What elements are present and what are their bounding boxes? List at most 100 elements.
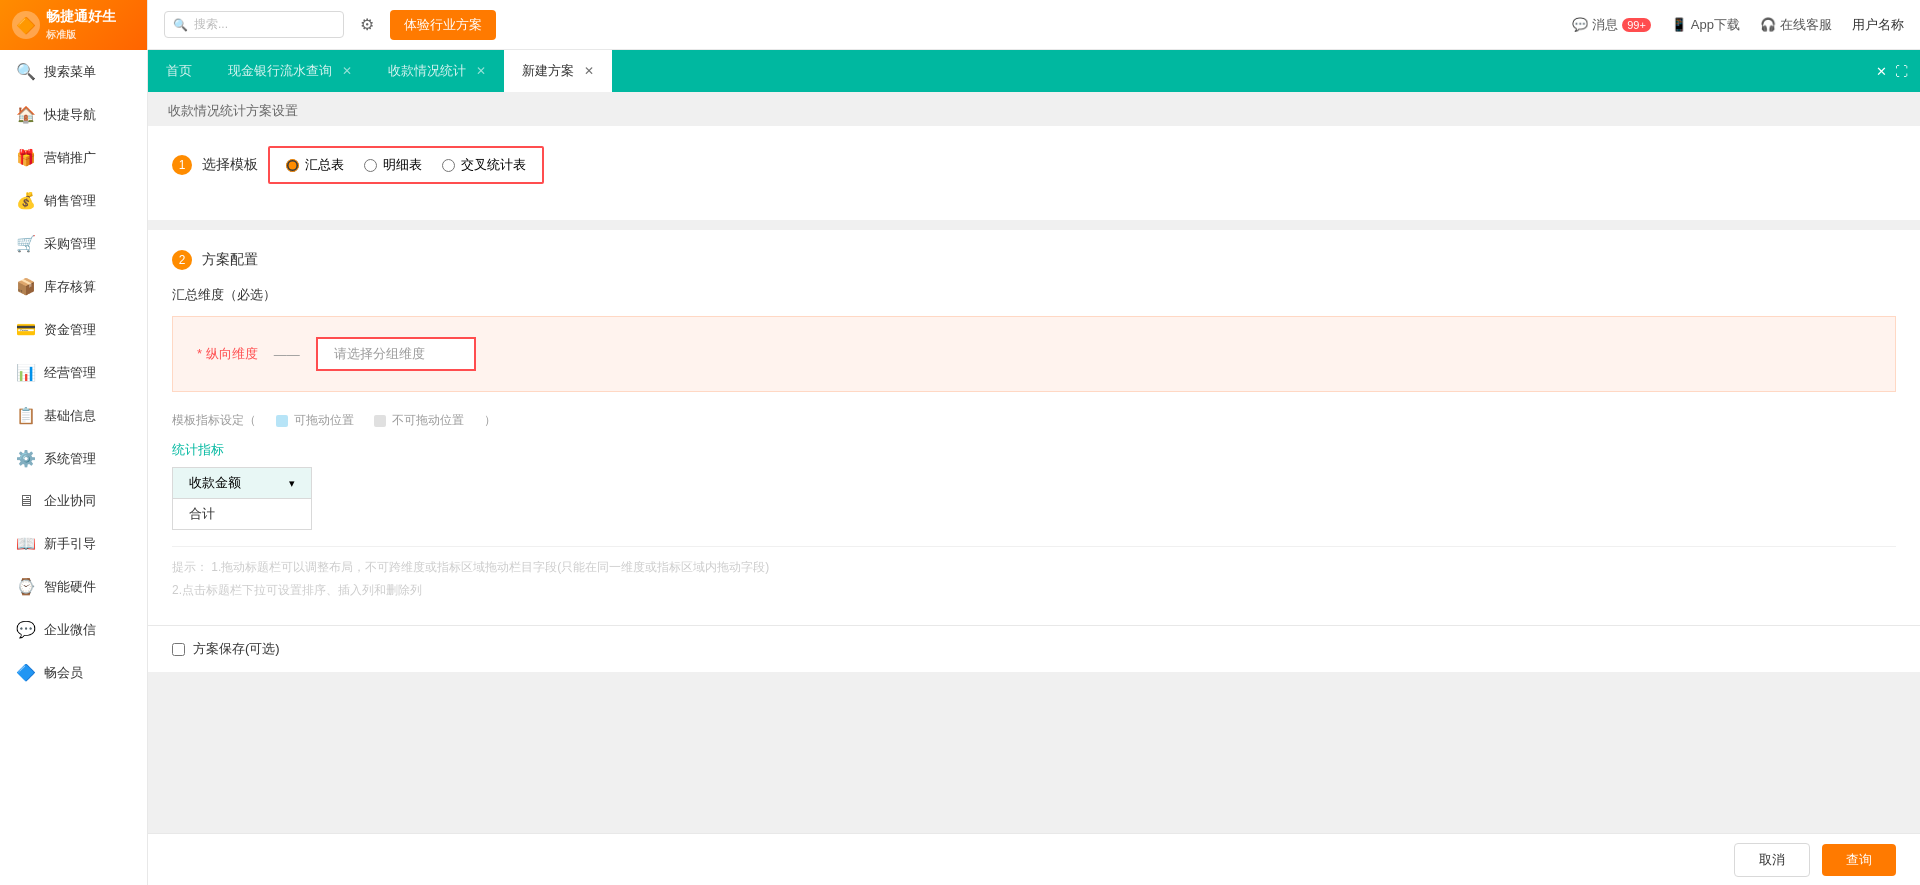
section1-card: 1 选择模板 汇总表 明细表 交叉统计表	[148, 126, 1920, 220]
sidebar-item-finance[interactable]: 💳 资金管理	[0, 308, 147, 351]
subsection-dim-title: 汇总维度（必选）	[172, 286, 1896, 304]
legend-draggable: 可拖动位置	[276, 412, 354, 429]
dim-select-box[interactable]: 请选择分组维度	[316, 337, 476, 371]
section2-num: 2	[172, 250, 192, 270]
tab-receipt[interactable]: 收款情况统计 ✕	[370, 50, 504, 92]
sidebar-label-inventory: 库存核算	[44, 278, 96, 296]
sidebar-item-search[interactable]: 🔍 搜索菜单	[0, 50, 147, 93]
sidebar-label-search: 搜索菜单	[44, 63, 96, 81]
topbar-right: 💬 消息 99+ 📱 App下载 🎧 在线客服 用户名称	[1572, 16, 1904, 34]
sales-icon: 💰	[16, 191, 36, 210]
sidebar-label-system: 系统管理	[44, 450, 96, 468]
dimension-row: * 纵向维度 —— 请选择分组维度	[197, 337, 1871, 371]
username-text: 用户名称	[1852, 16, 1904, 34]
tab-receipt-close[interactable]: ✕	[476, 64, 486, 78]
page-title: 收款情况统计方案设置	[168, 103, 298, 118]
sidebar-label-nav: 快捷导航	[44, 106, 96, 124]
stat-table-header[interactable]: 收款金额 ▾	[173, 468, 311, 499]
gear-icon: ⚙️	[16, 449, 36, 468]
sidebar: 🔶 畅捷通好生 标准版 🔍 搜索菜单 🏠 快捷导航 🎁 营销推广 💰 销售管理 …	[0, 0, 148, 885]
tab-new-plan-close[interactable]: ✕	[584, 64, 594, 78]
gift-icon: 🎁	[16, 148, 36, 167]
cancel-button[interactable]: 取消	[1734, 843, 1810, 877]
indicators-title-text: 模板指标设定（	[172, 412, 256, 429]
section2-header: 2 方案配置	[172, 250, 1896, 270]
topbar: 🔍 搜索... ⚙ 体验行业方案 💬 消息 99+ 📱 App下载 🎧 在线客服…	[148, 0, 1920, 50]
logo-text: 畅捷通好生	[46, 8, 116, 26]
radio-detail-label: 明细表	[383, 156, 422, 174]
content-area: 收款情况统计方案设置 1 选择模板 汇总表 明细表	[148, 92, 1920, 885]
download-icon: 📱	[1671, 17, 1687, 32]
stat-row-label: 合计	[189, 506, 215, 521]
inventory-icon: 📦	[16, 277, 36, 296]
message-icon: 💬	[1572, 17, 1588, 32]
message-button[interactable]: 💬 消息 99+	[1572, 16, 1651, 34]
hardware-icon: ⌚	[16, 577, 36, 596]
page-title-bar: 收款情况统计方案设置	[148, 92, 1920, 126]
radio-detail-input[interactable]	[364, 159, 377, 172]
tabbar: 首页 现金银行流水查询 ✕ 收款情况统计 ✕ 新建方案 ✕ ✕ ⛶	[148, 50, 1920, 92]
sidebar-item-wechat[interactable]: 💬 企业微信	[0, 608, 147, 651]
radio-detail[interactable]: 明细表	[364, 156, 422, 174]
tab-cashflow-close[interactable]: ✕	[342, 64, 352, 78]
sidebar-item-member[interactable]: 🔷 畅会员	[0, 651, 147, 694]
tab-home[interactable]: 首页	[148, 50, 210, 92]
radio-cross-label: 交叉统计表	[461, 156, 526, 174]
sidebar-label-purchase: 采购管理	[44, 235, 96, 253]
stat-header-label: 收款金额	[189, 474, 241, 492]
tab-new-plan-label: 新建方案	[522, 62, 574, 80]
service-label: 在线客服	[1780, 16, 1832, 34]
radio-summary-input[interactable]	[286, 159, 299, 172]
service-button[interactable]: 🎧 在线客服	[1760, 16, 1832, 34]
tab-new-plan[interactable]: 新建方案 ✕	[504, 50, 612, 92]
tip-item-1: 提示： 1.拖动标题栏可以调整布局，不可跨维度或指标区域拖动栏目字段(只能在同一…	[172, 559, 1896, 576]
stat-section-label: 统计指标	[172, 441, 1896, 459]
chart-icon: 📊	[16, 363, 36, 382]
sidebar-item-purchase[interactable]: 🛒 采购管理	[0, 222, 147, 265]
sidebar-item-system[interactable]: ⚙️ 系统管理	[0, 437, 147, 480]
legend-draggable-label: 可拖动位置	[294, 412, 354, 429]
sidebar-label-member: 畅会员	[44, 664, 83, 682]
radio-cross-input[interactable]	[442, 159, 455, 172]
sidebar-item-inventory[interactable]: 📦 库存核算	[0, 265, 147, 308]
close-window-icon[interactable]: ✕	[1876, 64, 1887, 79]
sidebar-item-basic[interactable]: 📋 基础信息	[0, 394, 147, 437]
vertical-dim-label: * 纵向维度	[197, 345, 258, 363]
dimension-area: * 纵向维度 —— 请选择分组维度	[172, 316, 1896, 392]
download-label: App下载	[1691, 16, 1740, 34]
trial-button[interactable]: 体验行业方案	[390, 10, 496, 40]
purchase-icon: 🛒	[16, 234, 36, 253]
dim-arrow: ——	[274, 347, 300, 362]
member-icon: 🔷	[16, 663, 36, 682]
legend-fixed-label: 不可拖动位置	[392, 412, 464, 429]
radio-summary-label: 汇总表	[305, 156, 344, 174]
indicators-legend: 模板指标设定（ 可拖动位置 不可拖动位置 ）	[172, 412, 1896, 429]
section1-num: 1	[172, 155, 192, 175]
query-button[interactable]: 查询	[1822, 844, 1896, 876]
radio-summary[interactable]: 汇总表	[286, 156, 344, 174]
save-checkbox[interactable]	[172, 643, 185, 656]
tab-cashflow[interactable]: 现金银行流水查询 ✕	[210, 50, 370, 92]
collab-icon: 🖥	[16, 492, 36, 510]
sidebar-item-nav[interactable]: 🏠 快捷导航	[0, 93, 147, 136]
topbar-search[interactable]: 🔍 搜索...	[164, 11, 344, 38]
sidebar-item-hardware[interactable]: ⌚ 智能硬件	[0, 565, 147, 608]
info-icon: 📋	[16, 406, 36, 425]
footer-bar: 取消 查询	[148, 833, 1920, 885]
search-icon: 🔍	[173, 18, 188, 32]
tip-item-2: 2.点击标题栏下拉可设置排序、插入列和删除列	[172, 582, 1896, 599]
radio-cross[interactable]: 交叉统计表	[442, 156, 526, 174]
sidebar-item-guide[interactable]: 📖 新手引导	[0, 522, 147, 565]
edition-label: 标准版	[46, 28, 116, 42]
fixed-dot	[374, 415, 386, 427]
settings-icon[interactable]: ⚙	[360, 15, 374, 34]
sidebar-label-management: 经营管理	[44, 364, 96, 382]
download-button[interactable]: 📱 App下载	[1671, 16, 1740, 34]
sidebar-item-sales[interactable]: 💰 销售管理	[0, 179, 147, 222]
sidebar-item-management[interactable]: 📊 经营管理	[0, 351, 147, 394]
expand-icon[interactable]: ⛶	[1895, 64, 1908, 79]
sidebar-item-collab[interactable]: 🖥 企业协同	[0, 480, 147, 522]
sidebar-item-marketing[interactable]: 🎁 营销推广	[0, 136, 147, 179]
section1-header: 1 选择模板 汇总表 明细表 交叉统计表	[172, 146, 1896, 184]
sidebar-label-basic: 基础信息	[44, 407, 96, 425]
